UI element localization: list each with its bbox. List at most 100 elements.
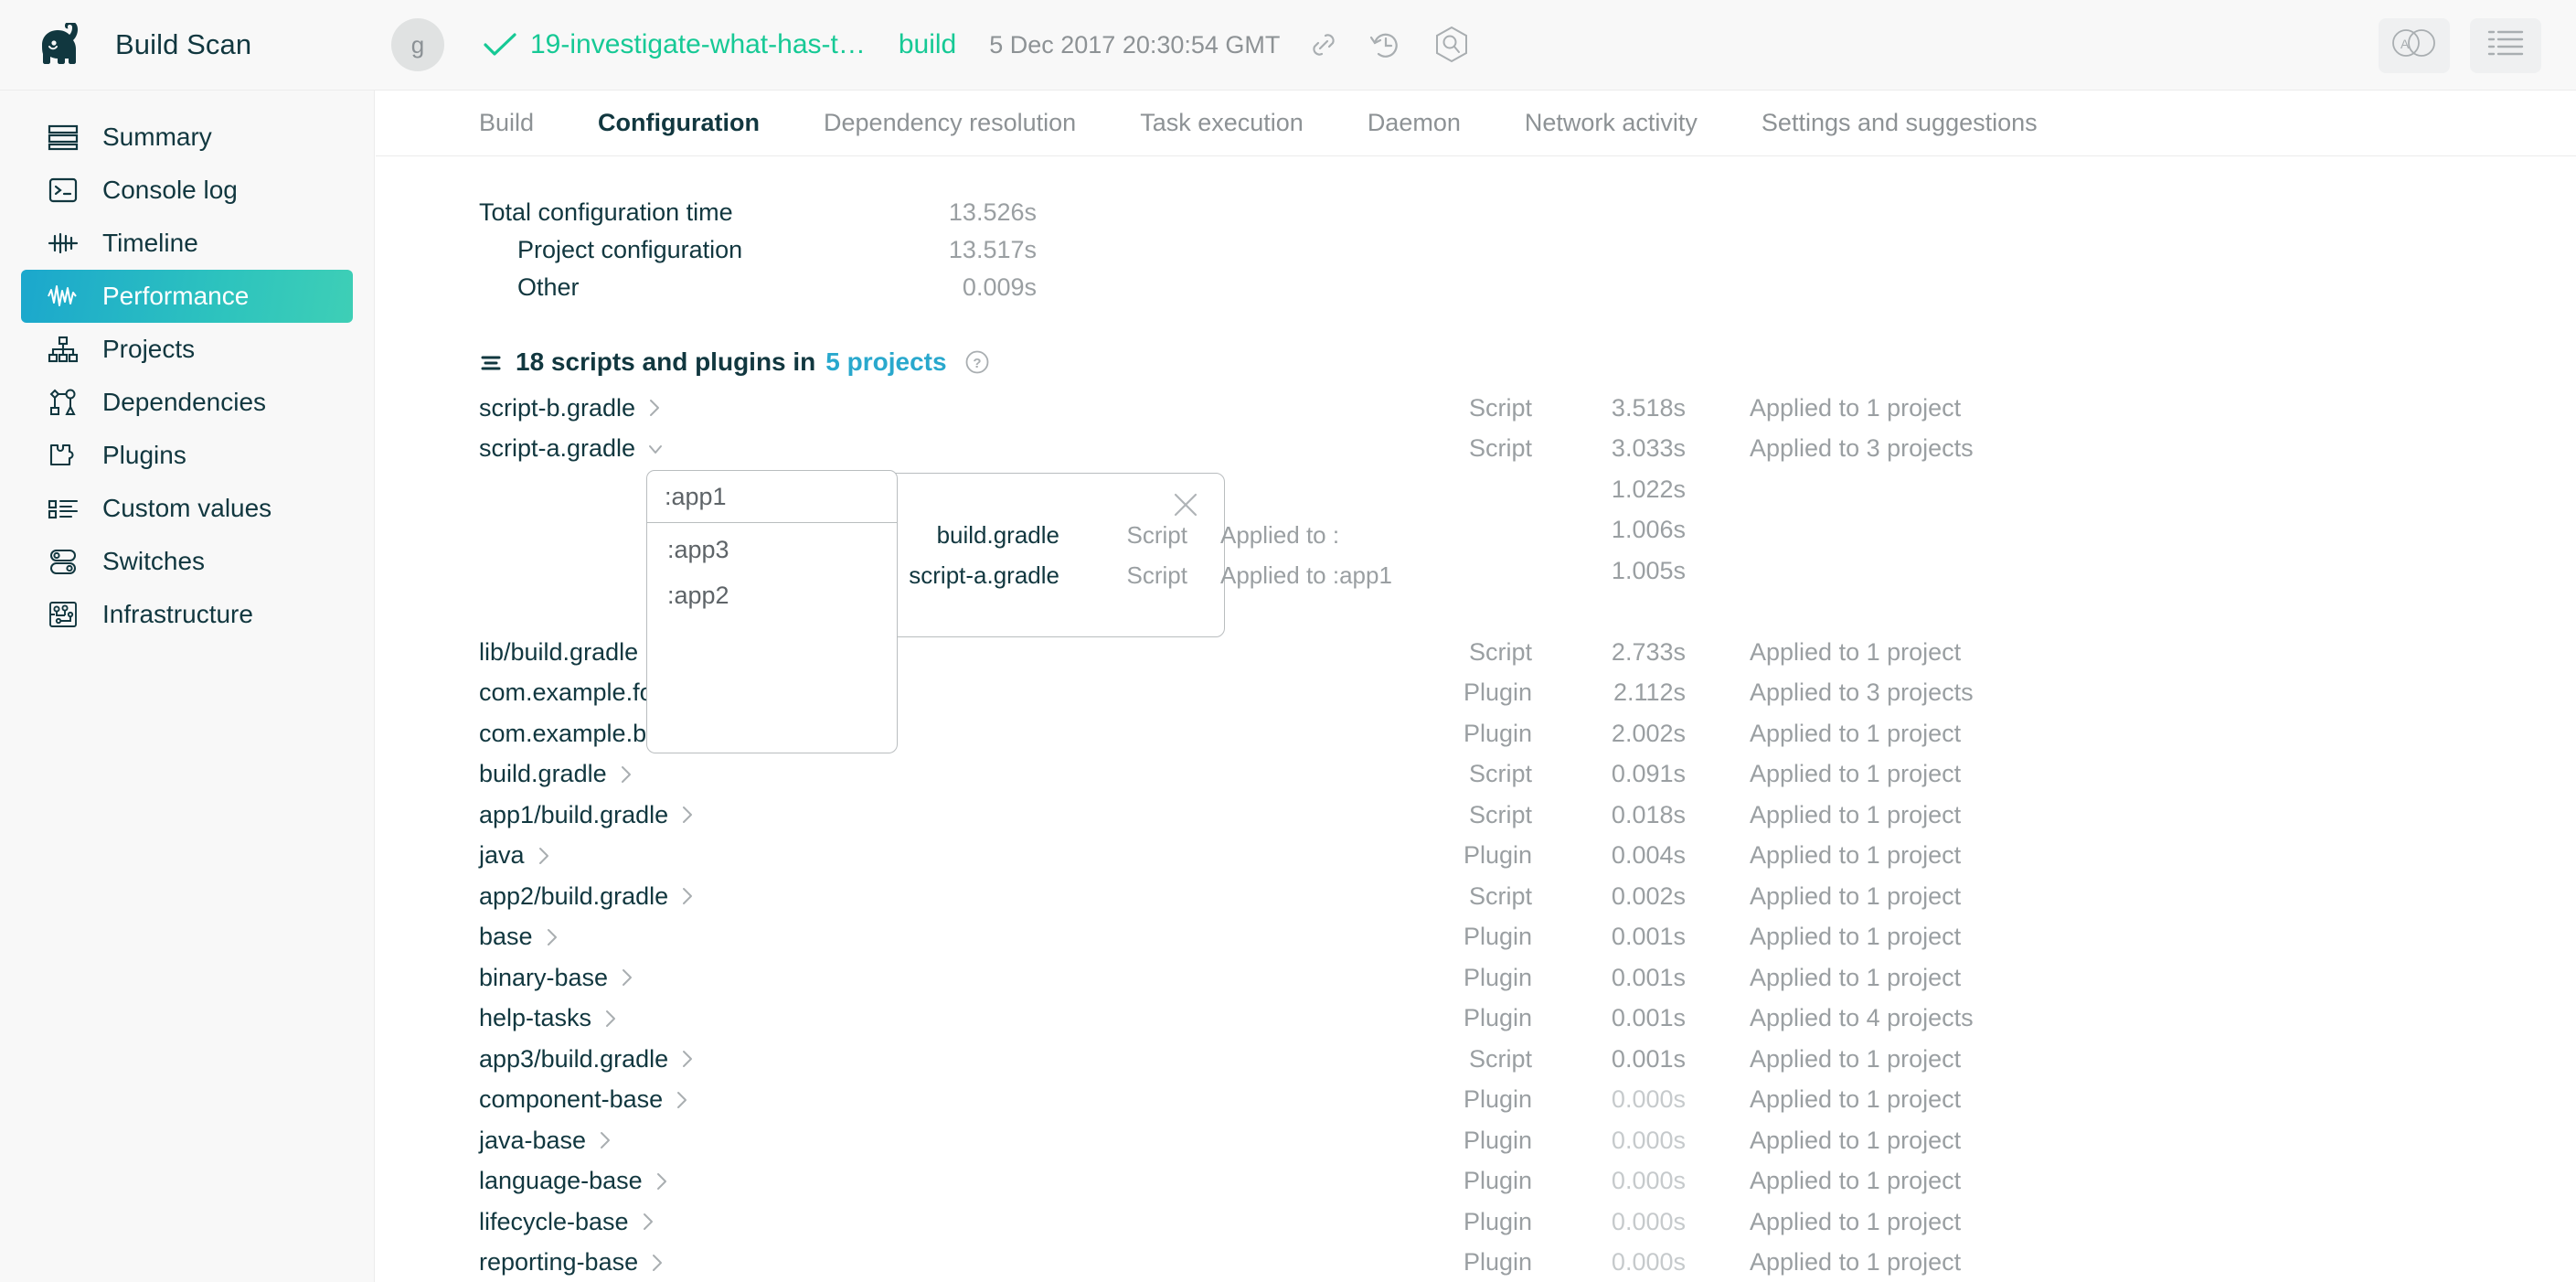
row-applied: Applied to 1 project (1750, 841, 1962, 870)
table-row[interactable]: app1/build.gradle Script 0.018s Applied … (479, 795, 2576, 836)
chevron-right-icon[interactable] (598, 1130, 612, 1150)
brand[interactable]: Build Scan (0, 21, 375, 67)
project-filter-option[interactable]: :app2 (647, 572, 897, 618)
popup-row[interactable]: script-a.gradle Script Applied to :app1 (853, 561, 1392, 602)
chevron-right-icon[interactable] (603, 1009, 618, 1029)
chevron-right-icon[interactable] (647, 398, 662, 418)
sidebar-item-summary[interactable]: Summary (21, 111, 353, 164)
project-filter-input[interactable]: :app1 (646, 470, 898, 523)
table-row[interactable]: base Plugin 0.001s Applied to 1 project (479, 917, 2576, 958)
sidebar-item-label: Plugins (102, 441, 186, 469)
row-type: Plugin (1463, 1085, 1532, 1114)
close-x-icon[interactable] (1167, 486, 1204, 523)
tab-task-execution[interactable]: Task execution (1140, 109, 1304, 137)
row-name-label[interactable]: language-base (479, 1167, 643, 1195)
chevron-right-icon[interactable] (655, 1171, 669, 1191)
chevron-right-icon[interactable] (680, 805, 695, 825)
sidebar-item-plugins[interactable]: Plugins (21, 429, 353, 482)
avatar[interactable]: g (391, 18, 444, 71)
table-row[interactable]: app3/build.gradle Script 0.001s Applied … (479, 1039, 2576, 1080)
chevron-right-icon[interactable] (680, 886, 695, 906)
row-name-label[interactable]: component-base (479, 1085, 663, 1114)
chevron-right-icon[interactable] (545, 927, 559, 947)
sidebar-item-label: Infrastructure (102, 600, 253, 628)
sidebar-item-dependencies[interactable]: Dependencies (21, 376, 353, 429)
sidebar-item-performance[interactable]: Performance (21, 270, 353, 323)
tab-dependency-resolution[interactable]: Dependency resolution (824, 109, 1076, 137)
sidebar-item-switches[interactable]: Switches (21, 535, 353, 588)
sort-icon[interactable] (479, 350, 503, 374)
row-time: 0.000s (1611, 1207, 1686, 1235)
tab-settings-and-suggestions[interactable]: Settings and suggestions (1762, 109, 2038, 137)
build-task-name[interactable]: build (899, 29, 956, 60)
table-row[interactable]: lifecycle-base Plugin 0.000s Applied to … (479, 1202, 2576, 1243)
list-view-icon (2486, 27, 2525, 63)
row-name-label[interactable]: java-base (479, 1127, 586, 1155)
table-row[interactable]: java-base Plugin 0.000s Applied to 1 pro… (479, 1120, 2576, 1161)
row-time: 3.033s (1611, 434, 1686, 463)
link-icon[interactable] (1305, 27, 1342, 63)
sidebar-item-label: Projects (102, 335, 196, 363)
row-name-label[interactable]: com.example.foo (479, 678, 667, 707)
table-row[interactable]: reporting-base Plugin 0.000s Applied to … (479, 1243, 2576, 1282)
table-row[interactable]: java Plugin 0.004s Applied to 1 project (479, 836, 2576, 877)
project-filter-option[interactable]: :app3 (647, 527, 897, 572)
row-time: 0.002s (1611, 881, 1686, 910)
row-name-label[interactable]: script-b.gradle (479, 394, 635, 422)
row-name-label[interactable]: script-a.gradle (479, 434, 635, 463)
table-row[interactable]: script-a.gradle Script 3.033s Applied to… (479, 429, 2576, 470)
chevron-right-icon[interactable] (675, 1090, 689, 1110)
project-filter-value: :app1 (665, 482, 727, 510)
sidebar-item-timeline[interactable]: Timeline (21, 217, 353, 270)
popup-row[interactable]: build.gradle Script Applied to : (853, 521, 1392, 561)
tab-network-activity[interactable]: Network activity (1525, 109, 1698, 137)
row-name-label[interactable]: lifecycle-base (479, 1208, 629, 1236)
sidebar-item-infrastructure[interactable]: Infrastructure (21, 588, 353, 641)
table-row[interactable]: language-base Plugin 0.000s Applied to 1… (479, 1161, 2576, 1202)
chevron-right-icon[interactable] (650, 1253, 665, 1273)
build-title[interactable]: 19-investigate-what-has-t… (530, 29, 866, 60)
chevron-right-icon[interactable] (537, 846, 551, 866)
summary-row: Total configuration time 13.526s (479, 198, 2576, 236)
row-applied: Applied to 1 project (1750, 719, 1962, 747)
sidebar-item-projects[interactable]: Projects (21, 323, 353, 376)
chevron-right-icon[interactable] (680, 1049, 695, 1069)
help-circle-icon[interactable]: ? (963, 348, 991, 376)
dependency-graph-icon (44, 385, 82, 420)
row-name-label[interactable]: lib/build.gradle (479, 638, 638, 667)
history-clock-icon[interactable] (1368, 27, 1404, 63)
summary-row: Project configuration 13.517s (479, 236, 2576, 273)
row-name-label[interactable]: base (479, 923, 533, 951)
row-type: Plugin (1463, 1126, 1532, 1154)
projects-link[interactable]: 5 projects (825, 347, 946, 377)
table-row[interactable]: component-base Plugin 0.000s Applied to … (479, 1080, 2576, 1121)
row-name-label[interactable]: reporting-base (479, 1248, 638, 1277)
compare-builds-button[interactable]: A (2379, 17, 2450, 73)
tab-build[interactable]: Build (479, 109, 534, 137)
row-name-label[interactable]: app1/build.gradle (479, 801, 668, 829)
row-name-label[interactable]: binary-base (479, 964, 608, 992)
row-name-label[interactable]: help-tasks (479, 1004, 591, 1032)
tab-configuration[interactable]: Configuration (598, 109, 760, 137)
list-view-button[interactable] (2470, 17, 2541, 73)
chevron-right-icon[interactable] (620, 967, 634, 988)
table-row[interactable]: help-tasks Plugin 0.001s Applied to 4 pr… (479, 999, 2576, 1040)
row-name-label[interactable]: java (479, 841, 525, 870)
chevron-down-icon[interactable] (647, 440, 664, 458)
chevron-right-icon[interactable] (619, 764, 633, 785)
sidebar-item-console-log[interactable]: Console log (21, 164, 353, 217)
row-name-label[interactable]: app2/build.gradle (479, 882, 668, 911)
row-name-label[interactable]: app3/build.gradle (479, 1045, 668, 1074)
hexagon-search-icon[interactable] (1430, 23, 1474, 67)
table-row[interactable]: app2/build.gradle Script 0.002s Applied … (479, 876, 2576, 917)
tab-daemon[interactable]: Daemon (1368, 109, 1461, 137)
row-name-label[interactable]: build.gradle (479, 760, 607, 788)
table-row[interactable]: binary-base Plugin 0.001s Applied to 1 p… (479, 957, 2576, 999)
chevron-right-icon[interactable] (641, 1212, 655, 1232)
row-time: 2.002s (1611, 719, 1686, 747)
key-value-list-icon (44, 491, 82, 526)
table-row[interactable]: script-b.gradle Script 3.518s Applied to… (479, 388, 2576, 429)
sidebar-item-custom-values[interactable]: Custom values (21, 482, 353, 535)
table-row[interactable]: build.gradle Script 0.091s Applied to 1 … (479, 754, 2576, 796)
row-name-label[interactable]: com.example.bar (479, 720, 668, 748)
